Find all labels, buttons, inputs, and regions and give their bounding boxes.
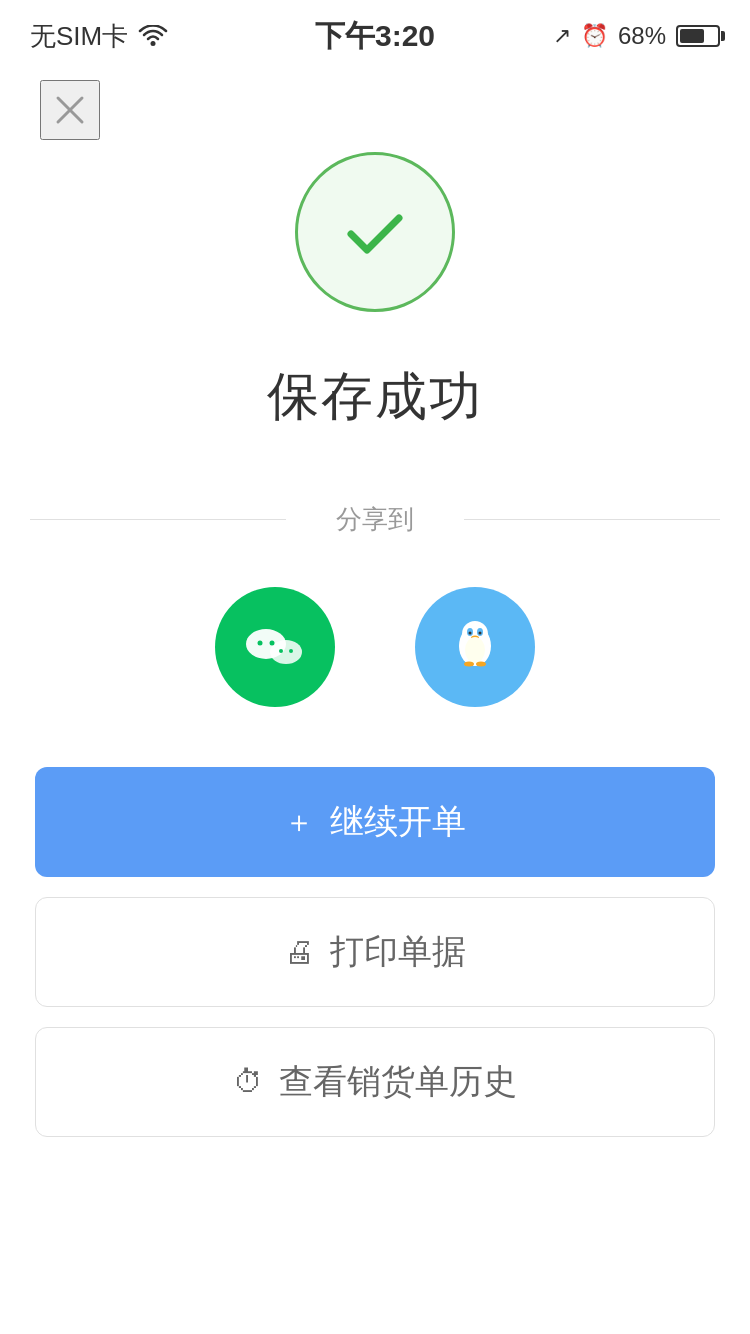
- carrier-text: 无SIM卡: [30, 19, 128, 54]
- continue-label: 继续开单: [330, 799, 466, 845]
- svg-point-13: [469, 632, 472, 635]
- history-button[interactable]: ⏱ 查看销货单历史: [35, 1027, 715, 1137]
- svg-point-4: [270, 640, 302, 664]
- alarm-icon: ⏰: [581, 23, 608, 49]
- print-icon: 🖨: [284, 935, 314, 969]
- share-section: 分享到: [0, 502, 750, 707]
- wifi-icon: [138, 25, 168, 47]
- print-button[interactable]: 🖨 打印单据: [35, 897, 715, 1007]
- close-button[interactable]: [40, 80, 100, 140]
- success-title: 保存成功: [267, 362, 483, 432]
- battery-percent: 68%: [618, 22, 666, 50]
- status-right: ↗ ⏰ 68%: [553, 22, 720, 50]
- svg-point-7: [279, 649, 283, 653]
- svg-point-16: [465, 637, 485, 663]
- svg-point-6: [270, 641, 275, 646]
- status-bar: 无SIM卡 下午3:20 ↗ ⏰ 68%: [0, 0, 750, 72]
- continue-button[interactable]: ＋ 继续开单: [35, 767, 715, 877]
- svg-point-0: [151, 41, 156, 46]
- svg-point-14: [479, 632, 482, 635]
- clock-icon: ⏱: [233, 1065, 263, 1099]
- status-time: 下午3:20: [315, 16, 435, 57]
- share-icons: [215, 587, 535, 707]
- main-content: 保存成功 分享到: [0, 72, 750, 1137]
- svg-point-5: [258, 641, 263, 646]
- divider-right: [464, 519, 720, 520]
- success-circle: [295, 152, 455, 312]
- divider-left: [30, 519, 286, 520]
- action-buttons: ＋ 继续开单 🖨 打印单据 ⏱ 查看销货单历史: [35, 767, 715, 1137]
- close-icon: [52, 92, 88, 128]
- checkmark-icon: [335, 192, 415, 272]
- battery-fill: [680, 29, 704, 43]
- svg-point-8: [289, 649, 293, 653]
- qq-share-button[interactable]: [415, 587, 535, 707]
- print-label: 打印单据: [330, 929, 466, 975]
- battery-icon: [676, 25, 720, 47]
- history-label: 查看销货单历史: [279, 1059, 517, 1105]
- svg-point-17: [464, 662, 474, 667]
- qq-icon: [440, 612, 510, 682]
- svg-point-18: [476, 662, 486, 667]
- share-label: 分享到: [336, 502, 414, 537]
- location-icon: ↗: [553, 23, 571, 49]
- plus-icon: ＋: [284, 802, 314, 843]
- wechat-icon: [240, 612, 310, 682]
- status-left: 无SIM卡: [30, 19, 168, 54]
- wechat-share-button[interactable]: [215, 587, 335, 707]
- share-divider: 分享到: [0, 502, 750, 537]
